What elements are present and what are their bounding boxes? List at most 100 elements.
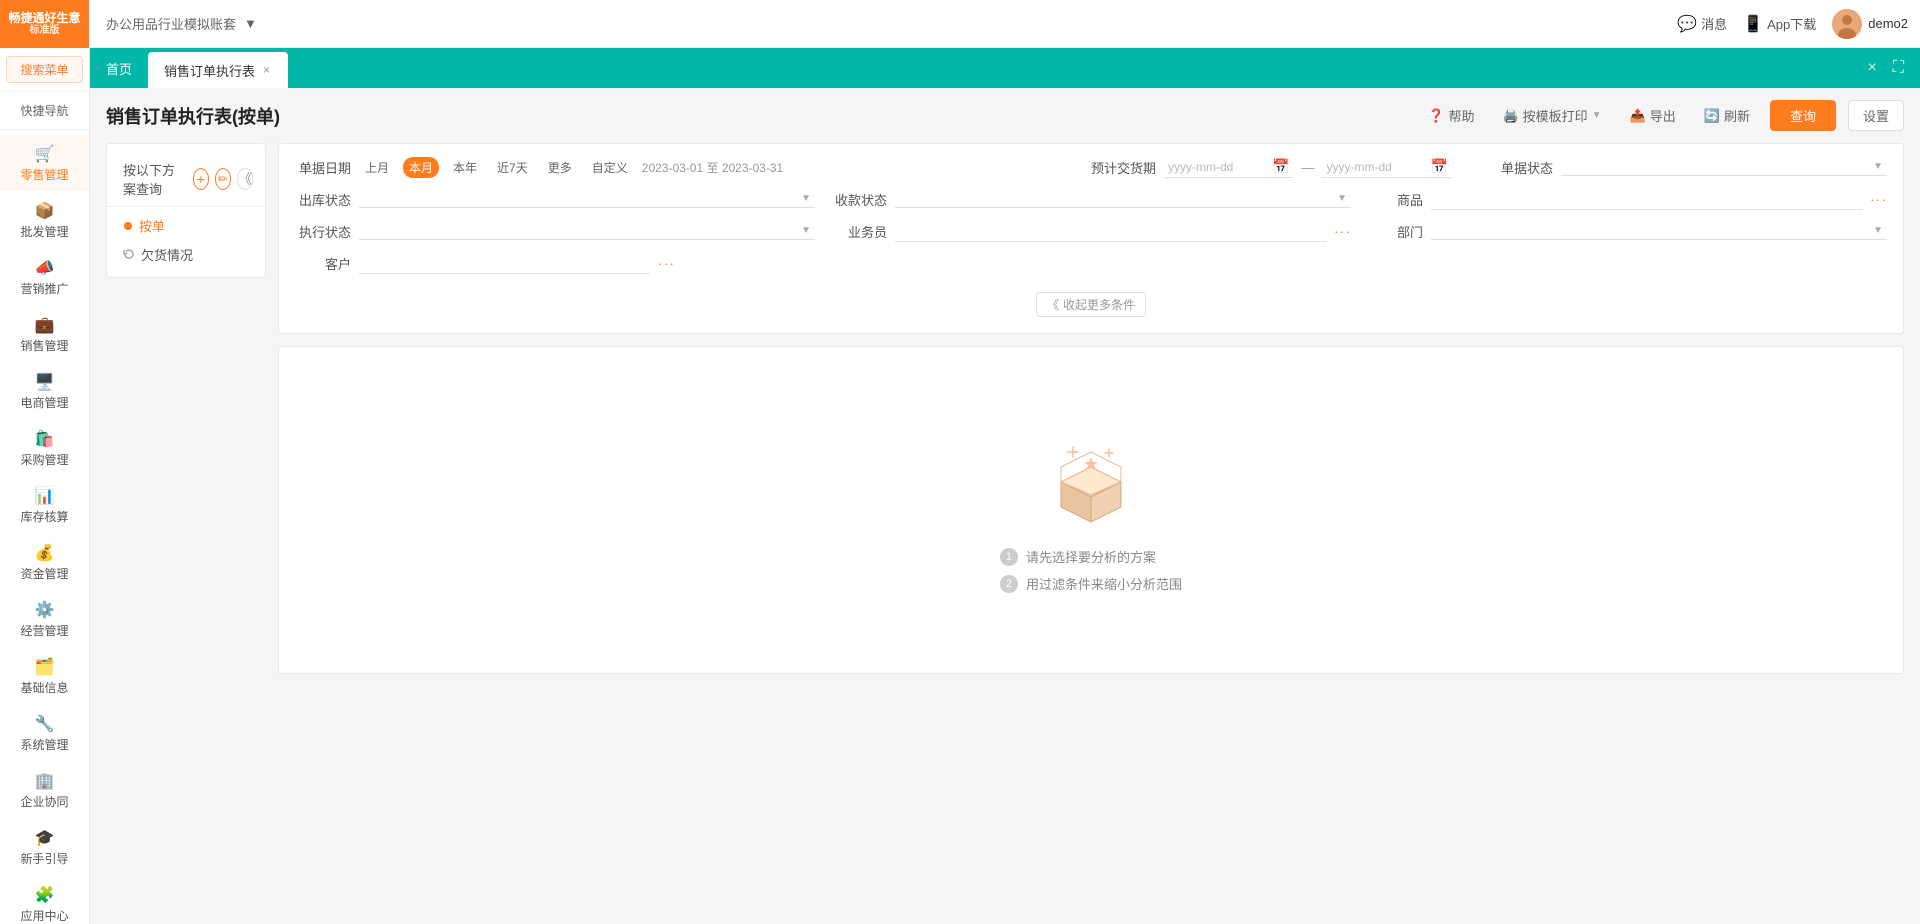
filter-field-salesperson: 业务员 ···: [831, 220, 1351, 242]
sidebar-item-retail[interactable]: 🛒 零售管理: [0, 134, 89, 191]
product-input[interactable]: [1431, 188, 1862, 210]
scheme-collapse-icon[interactable]: 《: [237, 168, 253, 190]
message-icon: 💬: [1677, 14, 1697, 34]
scheme-edit-icon[interactable]: ✏: [215, 168, 231, 190]
app-download-button[interactable]: 📱 App下载: [1743, 14, 1816, 34]
search-menu-button[interactable]: 搜索菜单: [6, 56, 83, 83]
order-status-label: 单据状态: [1497, 158, 1553, 177]
calendar-end-icon[interactable]: 📅: [1430, 158, 1447, 175]
sidebar-item-sales[interactable]: 💼 销售管理: [0, 305, 89, 362]
sidebar-item-finance[interactable]: 💰 资金管理: [0, 533, 89, 590]
user-menu[interactable]: demo2: [1832, 9, 1908, 39]
empty-state: 1 请先选择要分析的方案 2 用过滤条件来缩小分析范围: [278, 346, 1904, 674]
customer-input[interactable]: [359, 252, 650, 274]
template-print-label: 按模板打印: [1523, 106, 1588, 125]
collapse-button[interactable]: 《 收起更多条件: [1036, 292, 1146, 317]
sidebar-item-system[interactable]: 🔧 系统管理: [0, 704, 89, 761]
sidebar-item-inventory[interactable]: 📊 库存核算: [0, 476, 89, 533]
left-panel-header: 按以下方案查询 + ✏ 《: [107, 152, 265, 207]
refresh-icon: 🔄: [1704, 108, 1720, 124]
left-panel: 按以下方案查询 + ✏ 《 按单: [106, 143, 266, 278]
sidebar-item-retail-label: 零售管理: [20, 168, 68, 182]
message-button[interactable]: 💬 消息: [1677, 14, 1727, 34]
calendar-start-icon[interactable]: 📅: [1272, 158, 1289, 175]
date-prev-month-btn[interactable]: 上月: [359, 157, 395, 178]
sidebar-item-operations[interactable]: ⚙️ 经营管理: [0, 590, 89, 647]
date-more-btn[interactable]: 更多: [542, 157, 578, 178]
sidebar-item-ecom[interactable]: 🖥️ 电商管理: [0, 362, 89, 419]
sidebar-item-corp[interactable]: 🏢 企业协同: [0, 761, 89, 818]
scheme-add-icon[interactable]: +: [193, 168, 209, 190]
purchase-icon: 🛍️: [4, 429, 85, 449]
filter-row-4: 客户 ···: [295, 252, 1887, 274]
sidebar-item-wholesale[interactable]: 📦 批发管理: [0, 191, 89, 248]
tabbar: 首页 销售订单执行表 × × ⛶: [90, 48, 1920, 88]
customer-label: 客户: [295, 254, 351, 273]
marketing-icon: 📣: [4, 258, 85, 278]
salesperson-input[interactable]: [895, 220, 1326, 242]
sidebar-item-newbie[interactable]: 🎓 新手引导: [0, 818, 89, 875]
receipt-status-select[interactable]: ▼: [895, 190, 1351, 208]
customer-more-icon[interactable]: ···: [658, 255, 675, 271]
estimated-date-end-input[interactable]: [1326, 160, 1426, 174]
exec-status-label: 执行状态: [295, 222, 351, 241]
corp-icon: 🏢: [4, 771, 85, 791]
estimated-date-label: 预计交货期: [1091, 158, 1156, 177]
salesperson-more-icon[interactable]: ···: [1334, 223, 1351, 239]
template-print-icon: 🖨️: [1502, 108, 1518, 124]
sidebar-item-apps-label: 应用中心: [20, 909, 68, 923]
filter-panel: 单据日期 上月 本月 本年 近7天 更多 自定义 2023-03-01 至 20…: [278, 143, 1904, 334]
ecom-icon: 🖥️: [4, 372, 85, 392]
settings-button[interactable]: 设置: [1848, 100, 1904, 131]
tab-close-icon[interactable]: ×: [261, 63, 272, 77]
export-icon: 📤: [1630, 108, 1646, 124]
estimated-date-start-wrapper: 📅: [1164, 156, 1293, 178]
main-area: 办公用品行业模拟账套 ▼ 💬 消息 📱 App下载 de: [90, 0, 1920, 924]
template-print-button[interactable]: 🖨️ 按模板打印 ▼: [1494, 102, 1609, 129]
collapse-chevron-icon: 《: [1047, 296, 1059, 313]
query-button[interactable]: 查询: [1770, 100, 1836, 131]
date-custom-btn[interactable]: 自定义: [586, 157, 634, 178]
filter-field-product: 商品 ···: [1367, 188, 1887, 210]
filter-field-customer: 客户 ···: [295, 252, 675, 274]
date-this-month-btn[interactable]: 本月: [403, 157, 439, 178]
filter-field-exec-status: 执行状态 ▼: [295, 222, 815, 241]
filter-field-estimated-date: 预计交货期 📅 — 📅: [1091, 156, 1481, 178]
refresh-button[interactable]: 🔄 刷新: [1696, 102, 1758, 129]
dept-select[interactable]: ▼: [1431, 222, 1887, 240]
scheme-items: 按单 欠货情况: [107, 211, 265, 269]
scheme-item-dot-icon: [123, 218, 133, 234]
date-this-year-btn[interactable]: 本年: [447, 157, 483, 178]
filter-field-ship-status: 出库状态 ▼: [295, 190, 815, 209]
tabbar-actions: × ⛶: [1851, 48, 1920, 88]
scheme-item-debt-label: 欠货情况: [141, 245, 193, 264]
sidebar-item-marketing[interactable]: 📣 营销推广: [0, 248, 89, 305]
content-area: 销售订单执行表(按单) ❓ 帮助 🖨️ 按模板打印 ▼ 📤 导出 🔄 刷新: [90, 88, 1920, 924]
exec-status-select[interactable]: ▼: [359, 222, 815, 240]
sidebar-quick-nav-item[interactable]: 快捷导航: [0, 96, 89, 125]
right-panel: 单据日期 上月 本月 本年 近7天 更多 自定义 2023-03-01 至 20…: [278, 143, 1904, 674]
export-button[interactable]: 📤 导出: [1622, 102, 1684, 129]
scheme-item-debt[interactable]: 欠货情况: [107, 240, 265, 269]
order-status-select[interactable]: ▼: [1561, 158, 1887, 176]
date-separator: —: [1301, 160, 1314, 175]
page-actions: ❓ 帮助 🖨️ 按模板打印 ▼ 📤 导出 🔄 刷新 查询 设置: [1420, 100, 1904, 131]
tab-close-all-button[interactable]: ×: [1863, 57, 1880, 79]
export-label: 导出: [1650, 106, 1676, 125]
sidebar-item-basic[interactable]: 🗂️ 基础信息: [0, 647, 89, 704]
sidebar-item-purchase[interactable]: 🛍️ 采购管理: [0, 419, 89, 476]
breadcrumb-dropdown-icon[interactable]: ▼: [244, 16, 257, 31]
ship-status-select[interactable]: ▼: [359, 190, 815, 208]
tab-home[interactable]: 首页: [90, 48, 148, 88]
empty-tip-1: 1 请先选择要分析的方案: [1000, 547, 1182, 566]
sidebar-item-apps[interactable]: 🧩 应用中心: [0, 875, 89, 924]
scheme-item-by-order[interactable]: 按单: [107, 211, 265, 240]
empty-tip-2: 2 用过滤条件来缩小分析范围: [1000, 574, 1182, 593]
date-last7-btn[interactable]: 近7天: [491, 157, 534, 178]
app-download-label: App下载: [1767, 14, 1816, 33]
help-button[interactable]: ❓ 帮助: [1420, 102, 1482, 129]
tab-sales-exec[interactable]: 销售订单执行表 ×: [148, 52, 288, 88]
product-more-icon[interactable]: ···: [1870, 191, 1887, 207]
estimated-date-start-input[interactable]: [1168, 160, 1268, 174]
tab-maximize-button[interactable]: ⛶: [1889, 57, 1908, 79]
